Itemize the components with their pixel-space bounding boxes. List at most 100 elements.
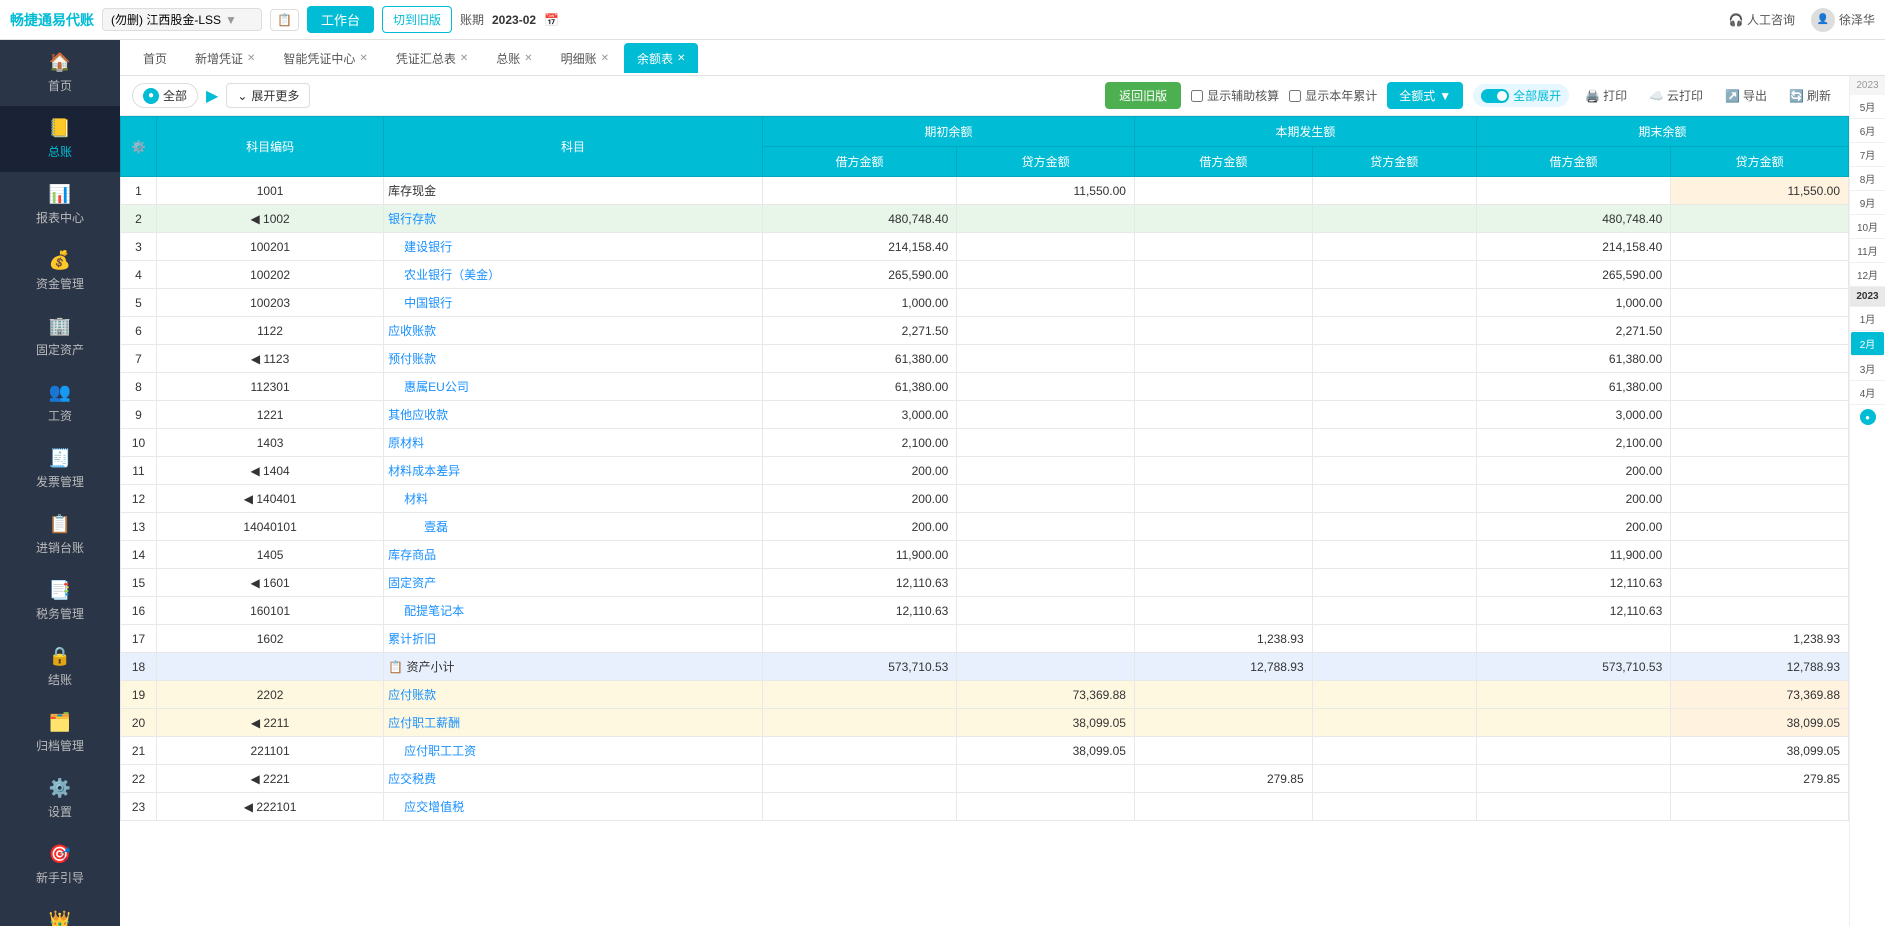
account-name-cell[interactable]: 固定资产	[384, 569, 763, 597]
account-name-cell[interactable]: 材料	[384, 485, 763, 513]
show-year-total-checkbox[interactable]: 显示本年累计	[1289, 87, 1377, 104]
account-name-cell[interactable]: 惠属EU公司	[384, 373, 763, 401]
account-link[interactable]: 农业银行（美金）	[404, 268, 500, 282]
tab-smart-voucher-close[interactable]: ✕	[359, 53, 367, 64]
sidebar-item-guide[interactable]: 🎯 新手引导	[0, 832, 120, 898]
account-name-cell[interactable]: 配提笔记本	[384, 597, 763, 625]
tab-voucher-summary[interactable]: 凭证汇总表 ✕	[383, 43, 481, 73]
account-name-cell[interactable]: 中国银行	[384, 289, 763, 317]
account-name-cell[interactable]: 预付账款	[384, 345, 763, 373]
tab-balance[interactable]: 余额表 ✕	[624, 43, 698, 73]
account-name-cell[interactable]: 应收账款	[384, 317, 763, 345]
timeline-11[interactable]: 11月	[1850, 239, 1885, 263]
sidebar-item-purchase[interactable]: 📋 进销台账	[0, 502, 120, 568]
account-name-cell[interactable]: 累计折旧	[384, 625, 763, 653]
filter-all-button[interactable]: ● 全部	[132, 83, 198, 108]
account-link[interactable]: 应付职工薪酬	[388, 716, 460, 730]
account-link[interactable]: 壹磊	[424, 520, 448, 534]
account-name-cell[interactable]: 库存商品	[384, 541, 763, 569]
cloud-print-button[interactable]: ☁️ 云打印	[1643, 83, 1709, 108]
sidebar-item-closing[interactable]: 🔒 结账	[0, 634, 120, 700]
sidebar-item-archive[interactable]: 🗂️ 归档管理	[0, 700, 120, 766]
print-button[interactable]: 🖨️ 打印	[1579, 83, 1633, 108]
timeline-5[interactable]: 5月	[1850, 95, 1885, 119]
sidebar-item-settings[interactable]: ⚙️ 设置	[0, 766, 120, 832]
full-mode-button[interactable]: 全额式 ▼	[1387, 82, 1463, 109]
account-name-cell[interactable]: 银行存款	[384, 205, 763, 233]
tab-ledger-close[interactable]: ✕	[524, 53, 532, 64]
tab-new-voucher[interactable]: 新增凭证 ✕	[182, 43, 268, 73]
account-name-cell[interactable]: 材料成本差异	[384, 457, 763, 485]
account-link[interactable]: 库存商品	[388, 548, 436, 562]
account-link[interactable]: 应付账款	[388, 688, 436, 702]
timeline-3[interactable]: 3月	[1850, 357, 1885, 381]
expand-more-button[interactable]: ⌄ 展开更多	[226, 83, 310, 108]
account-link[interactable]: 应收账款	[388, 324, 436, 338]
show-aux-calc-input[interactable]	[1191, 90, 1203, 102]
export-button[interactable]: ↗️ 导出	[1719, 83, 1773, 108]
account-name-cell[interactable]: 原材料	[384, 429, 763, 457]
account-name-cell[interactable]: 农业银行（美金）	[384, 261, 763, 289]
return-old-button[interactable]: 返回旧版	[1105, 82, 1181, 109]
refresh-button[interactable]: 🔄 刷新	[1783, 83, 1837, 108]
switch-old-button[interactable]: 切到旧版	[382, 6, 452, 33]
tab-detail-close[interactable]: ✕	[601, 53, 609, 64]
show-year-total-input[interactable]	[1289, 90, 1301, 102]
tab-home[interactable]: 首页	[130, 43, 180, 73]
copy-button[interactable]: 📋	[270, 9, 299, 31]
account-link[interactable]: 应交税费	[388, 772, 436, 786]
tab-balance-close[interactable]: ✕	[677, 53, 685, 64]
timeline-1[interactable]: 1月	[1850, 307, 1885, 331]
account-name-cell[interactable]: 建设银行	[384, 233, 763, 261]
tab-detail[interactable]: 明细账 ✕	[548, 43, 622, 73]
account-link[interactable]: 中国银行	[404, 296, 452, 310]
account-link[interactable]: 材料成本差异	[388, 464, 460, 478]
account-link[interactable]: 累计折旧	[388, 632, 436, 646]
account-name-cell[interactable]: 应交增值税	[384, 793, 763, 821]
customer-service[interactable]: 🎧 人工咨询	[1729, 11, 1795, 28]
sidebar-item-capital[interactable]: 💰 资金管理	[0, 238, 120, 304]
account-link[interactable]: 应付职工工资	[404, 744, 476, 758]
account-name-cell[interactable]: 应交税费	[384, 765, 763, 793]
timeline-8[interactable]: 8月	[1850, 167, 1885, 191]
workbench-button[interactable]: 工作台	[307, 6, 374, 33]
timeline-9[interactable]: 9月	[1850, 191, 1885, 215]
timeline-10[interactable]: 10月	[1850, 215, 1885, 239]
account-name-cell[interactable]: 应付账款	[384, 681, 763, 709]
account-link[interactable]: 原材料	[388, 436, 424, 450]
sidebar-item-report[interactable]: 📊 报表中心	[0, 172, 120, 238]
account-name-cell[interactable]: 应付职工工资	[384, 737, 763, 765]
timeline-6[interactable]: 6月	[1850, 119, 1885, 143]
expand-all-toggle[interactable]: 全部展开	[1473, 84, 1569, 107]
account-link[interactable]: 固定资产	[388, 576, 436, 590]
account-link[interactable]: 配提笔记本	[404, 604, 464, 618]
account-link[interactable]: 其他应收款	[388, 408, 448, 422]
account-name-cell[interactable]: 壹磊	[384, 513, 763, 541]
sidebar-item-tax[interactable]: 📑 税务管理	[0, 568, 120, 634]
sidebar-item-invoice[interactable]: 🧾 发票管理	[0, 436, 120, 502]
account-link[interactable]: 应交增值税	[404, 800, 464, 814]
user-info[interactable]: 👤 徐泽华	[1811, 8, 1875, 32]
account-name-cell[interactable]: 其他应收款	[384, 401, 763, 429]
account-link[interactable]: 材料	[404, 492, 428, 506]
tab-smart-voucher[interactable]: 智能凭证中心 ✕	[270, 43, 380, 73]
sidebar-item-assets[interactable]: 🏢 固定资产	[0, 304, 120, 370]
sidebar-item-payroll[interactable]: 👥 工资	[0, 370, 120, 436]
timeline-4[interactable]: 4月	[1850, 381, 1885, 405]
account-link[interactable]: 惠属EU公司	[404, 380, 469, 394]
timeline-year-2023[interactable]: 2023	[1850, 287, 1885, 307]
show-aux-calc-checkbox[interactable]: 显示辅助核算	[1191, 87, 1279, 104]
timeline-12[interactable]: 12月	[1850, 263, 1885, 287]
timeline-2[interactable]: 2月	[1851, 332, 1884, 356]
account-link[interactable]: 银行存款	[388, 212, 436, 226]
tab-ledger[interactable]: 总账 ✕	[483, 43, 545, 73]
account-link[interactable]: 建设银行	[404, 240, 452, 254]
sidebar-item-home[interactable]: 🏠 首页	[0, 40, 120, 106]
company-selector[interactable]: (勿删) 江西股金-LSS ▼	[102, 8, 262, 31]
settings-col[interactable]: ⚙️	[121, 117, 157, 177]
account-name-cell[interactable]: 应付职工薪酬	[384, 709, 763, 737]
sidebar-item-member[interactable]: 👑 畅会员	[0, 898, 120, 926]
timeline-7[interactable]: 7月	[1850, 143, 1885, 167]
account-link[interactable]: 预付账款	[388, 352, 436, 366]
tab-voucher-summary-close[interactable]: ✕	[460, 53, 468, 64]
